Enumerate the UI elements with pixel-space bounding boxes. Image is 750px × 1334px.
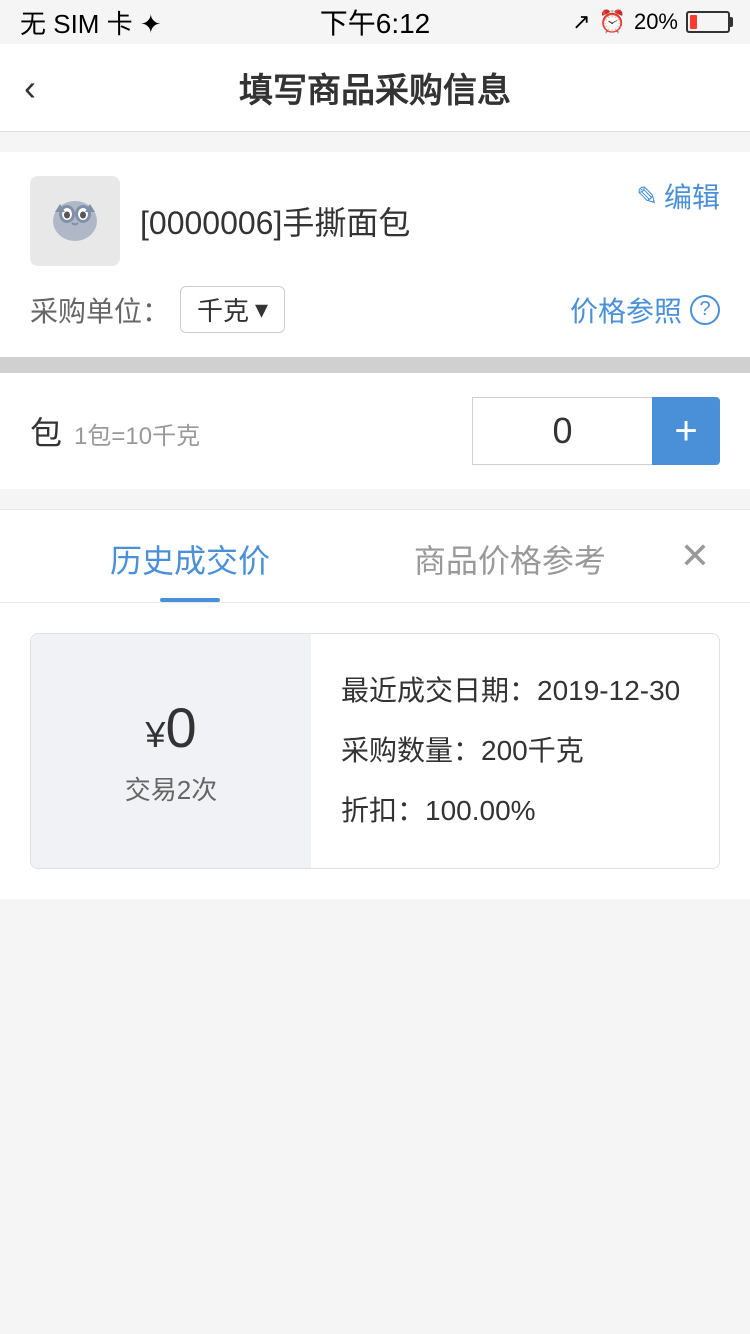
status-right: ↗ ⏰ 20% (572, 9, 730, 35)
product-unit-row: 采购单位： 千克 ▾ 价格参照 ? (30, 286, 720, 333)
signal-text: 无 SIM 卡 ✦ (20, 4, 162, 41)
quantity-plus-button[interactable]: + (652, 397, 720, 465)
product-header: [0000006]手撕面包 ✎ 编辑 (30, 176, 720, 266)
quantity-unit-info: 包 1包=10千克 (30, 408, 200, 454)
section-divider (0, 357, 750, 373)
dropdown-arrow: ▾ (255, 294, 268, 325)
tab1-label: 历史成交价 (110, 543, 270, 579)
plus-icon: + (674, 409, 697, 454)
price-card-left: ¥0 交易2次 (31, 634, 311, 868)
status-left: 无 SIM 卡 ✦ (20, 4, 162, 41)
status-bar: 无 SIM 卡 ✦ 下午6:12 ↗ ⏰ 20% (0, 0, 750, 44)
tab-price-reference[interactable]: 商品价格参考 (350, 510, 670, 602)
battery-icon (686, 11, 730, 33)
recent-date-value: 2019-12-30 (537, 675, 680, 706)
quantity-controls: 0 + (472, 397, 720, 465)
product-image-icon (45, 186, 105, 256)
currency-symbol: ¥ (145, 714, 165, 755)
edit-label: 编辑 (664, 176, 720, 216)
page-title: 填写商品采购信息 (239, 63, 511, 112)
quantity-value: 0 (552, 410, 572, 452)
price-ref-button[interactable]: 价格参照 ? (570, 290, 720, 330)
help-icon: ? (690, 295, 720, 325)
trade-count: 交易2次 (125, 770, 217, 807)
price-display: ¥0 (145, 695, 196, 760)
recent-date-label: 最近成交日期： (341, 675, 537, 706)
recent-date-line: 最近成交日期：2019-12-30 (341, 670, 689, 712)
tab2-label: 商品价格参考 (414, 543, 606, 579)
battery-percent: 20% (634, 9, 678, 35)
back-button[interactable]: ‹ (24, 67, 36, 109)
close-icon: ✕ (680, 535, 710, 576)
location-icon: ↗ (572, 9, 590, 35)
price-card: ¥0 交易2次 最近成交日期：2019-12-30 采购数量：200千克 折扣：… (30, 633, 720, 869)
product-thumbnail (30, 176, 120, 266)
quantity-unit-main: 包 (30, 408, 62, 454)
alarm-icon: ⏰ (599, 9, 626, 35)
nav-bar: ‹ 填写商品采购信息 (0, 44, 750, 132)
unit-label: 采购单位： (30, 290, 170, 330)
quantity-input[interactable]: 0 (472, 397, 652, 465)
tab-history-price[interactable]: 历史成交价 (30, 510, 350, 602)
battery-fill (690, 15, 697, 29)
unit-value: 千克 (197, 291, 249, 328)
unit-select[interactable]: 千克 ▾ (180, 286, 285, 333)
product-left: [0000006]手撕面包 (30, 176, 410, 266)
price-card-right: 最近成交日期：2019-12-30 采购数量：200千克 折扣：100.00% (311, 634, 719, 868)
price-value: 0 (165, 696, 196, 759)
discount-line: 折扣：100.00% (341, 790, 689, 832)
discount-value: 100.00% (425, 795, 536, 826)
product-section: [0000006]手撕面包 ✎ 编辑 采购单位： 千克 ▾ 价格参照 ? (0, 152, 750, 357)
product-name: [0000006]手撕面包 (140, 198, 410, 244)
edit-button[interactable]: ✎ 编辑 (636, 176, 720, 216)
price-ref-label: 价格参照 (570, 290, 682, 330)
tab-close-button[interactable]: ✕ (670, 515, 720, 597)
quantity-line: 采购数量：200千克 (341, 730, 689, 772)
tabs-row: 历史成交价 商品价格参考 ✕ (0, 510, 750, 603)
history-content: ¥0 交易2次 最近成交日期：2019-12-30 采购数量：200千克 折扣：… (0, 603, 750, 899)
quantity-unit-sub: 1包=10千克 (74, 416, 200, 451)
quantity-label: 采购数量： (341, 735, 481, 766)
status-time: 下午6:12 (320, 2, 431, 42)
edit-icon: ✎ (636, 181, 658, 212)
quantity-detail-value: 200千克 (481, 735, 584, 766)
bottom-panel: 历史成交价 商品价格参考 ✕ ¥0 交易2次 (0, 509, 750, 899)
discount-label: 折扣： (341, 795, 425, 826)
quantity-row: 包 1包=10千克 0 + (0, 373, 750, 489)
